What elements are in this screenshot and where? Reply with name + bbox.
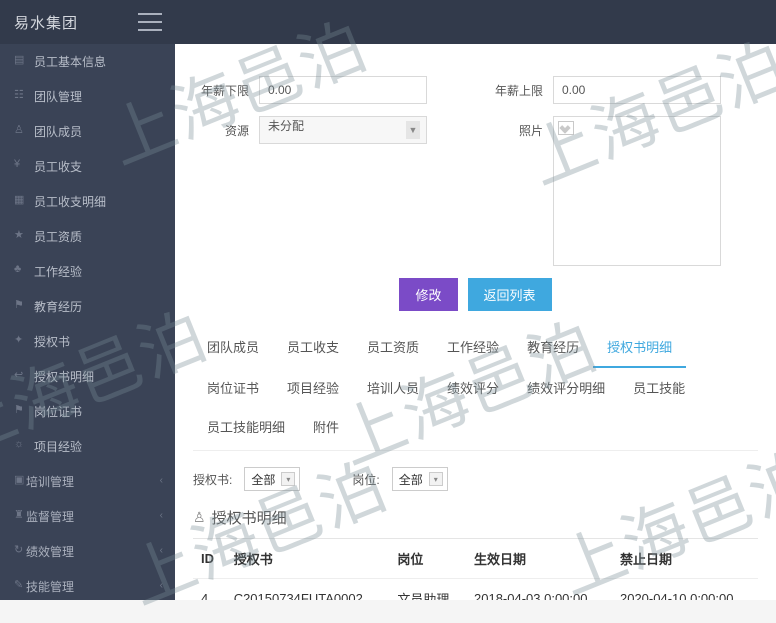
table-row[interactable]: 4C20150734FUTA0002文员助理2018-04-03 0:00:00… <box>193 579 758 601</box>
topbar: 易水集团 <box>0 0 776 44</box>
filter-row: 授权书: 全部 ▾ 岗位: 全部 ▾ <box>193 450 758 497</box>
cell-post: 文员助理 <box>389 579 466 601</box>
person-icon: ♙ <box>193 509 206 526</box>
key-icon: ✦ <box>14 333 23 346</box>
brand-title: 易水集团 <box>14 12 78 33</box>
sidebar-item-employee-pay-detail[interactable]: ▦员工收支明细 <box>0 184 175 219</box>
panel-title: ♙ 授权书明细 <box>193 497 758 538</box>
flag-icon: ⚑ <box>14 403 24 416</box>
resource-select[interactable]: 未分配 ▼ <box>259 116 427 144</box>
col-id: ID <box>193 539 226 579</box>
chevron-left-icon: ‹ <box>160 510 163 521</box>
cert-filter-select[interactable]: 全部 ▾ <box>244 467 300 491</box>
tab-6[interactable]: 岗位证书 <box>193 368 273 407</box>
sidebar-item-employee-pay[interactable]: ¥员工收支 <box>0 149 175 184</box>
cell-end: 2020-04-10 0:00:00 <box>612 579 758 601</box>
book-icon: ▣ <box>14 473 24 486</box>
col-end: 禁止日期 <box>612 539 758 579</box>
salary-max-label: 年薪上限 <box>487 76 543 99</box>
tab-1[interactable]: 员工收支 <box>273 327 353 368</box>
sidebar-item-edu-history[interactable]: ⚑教育经历 <box>0 289 175 324</box>
tab-5[interactable]: 授权书明细 <box>593 327 686 368</box>
person-icon: ♙ <box>14 123 24 136</box>
cert-filter-label: 授权书: <box>193 471 232 488</box>
sun-icon: ☼ <box>14 438 24 450</box>
tab-3[interactable]: 工作经验 <box>433 327 513 368</box>
flag-icon: ⚑ <box>14 298 24 311</box>
sidebar-item-project-exp[interactable]: ☼项目经验 <box>0 429 175 464</box>
list-icon: ▦ <box>14 193 24 206</box>
resource-value: 未分配 <box>268 119 304 133</box>
tab-12[interactable]: 员工技能明细 <box>193 407 299 446</box>
chevron-left-icon: ‹ <box>160 545 163 556</box>
broken-image-icon <box>558 121 574 135</box>
tab-2[interactable]: 员工资质 <box>353 327 433 368</box>
sidebar-item-employee-info[interactable]: ▤员工基本信息 <box>0 44 175 79</box>
refresh-icon: ↻ <box>14 543 23 556</box>
wrench-icon: ✎ <box>14 578 23 591</box>
col-start: 生效日期 <box>466 539 612 579</box>
tab-0[interactable]: 团队成员 <box>193 327 273 368</box>
photo-label: 照片 <box>487 116 543 139</box>
col-cert: 授权书 <box>226 539 390 579</box>
tab-13[interactable]: 附件 <box>299 407 353 446</box>
badge-icon: ♣ <box>14 263 21 275</box>
building-icon: ♜ <box>14 508 24 521</box>
cell-id: 4 <box>193 579 226 601</box>
back-button[interactable]: 返回列表 <box>468 278 552 311</box>
main-content: 年薪下限 年薪上限 资源 未分配 ▼ 照片 修改 返回列表 团队成员员工收支员工… <box>175 44 776 600</box>
tab-10[interactable]: 绩效评分明细 <box>513 368 619 407</box>
salary-max-input[interactable] <box>553 76 721 104</box>
team-icon: ☷ <box>14 88 24 101</box>
tab-7[interactable]: 项目经验 <box>273 368 353 407</box>
sidebar-item-cert-detail[interactable]: ↩授权书明细 <box>0 359 175 394</box>
menu-toggle-icon[interactable] <box>138 13 162 31</box>
sidebar-item-employee-qual[interactable]: ★员工资质 <box>0 219 175 254</box>
card-icon: ▤ <box>14 53 24 66</box>
back-icon: ↩ <box>14 368 23 381</box>
modify-button[interactable]: 修改 <box>399 278 457 311</box>
tab-11[interactable]: 员工技能 <box>619 368 699 407</box>
resource-label: 资源 <box>193 116 249 139</box>
sidebar-item-team-manage[interactable]: ☷团队管理 <box>0 79 175 114</box>
sidebar-item-supervise[interactable]: ♜监督管理‹ <box>0 499 175 534</box>
tab-8[interactable]: 培训人员 <box>353 368 433 407</box>
salary-min-label: 年薪下限 <box>193 76 249 99</box>
sidebar: ▤员工基本信息 ☷团队管理 ♙团队成员 ¥员工收支 ▦员工收支明细 ★员工资质 … <box>0 44 175 600</box>
tabs: 团队成员员工收支员工资质工作经验教育经历授权书明细岗位证书项目经验培训人员绩效评… <box>193 327 758 446</box>
tab-4[interactable]: 教育经历 <box>513 327 593 368</box>
star-icon: ★ <box>14 228 24 241</box>
sidebar-item-training[interactable]: ▣培训管理‹ <box>0 464 175 499</box>
sidebar-item-skill[interactable]: ✎技能管理‹ <box>0 569 175 600</box>
sidebar-item-work-exp[interactable]: ♣工作经验 <box>0 254 175 289</box>
cell-cert: C20150734FUTA0002 <box>226 579 390 601</box>
col-post: 岗位 <box>389 539 466 579</box>
chevron-left-icon: ‹ <box>160 475 163 486</box>
chevron-down-icon: ▾ <box>429 472 443 486</box>
post-filter-select[interactable]: 全部 ▾ <box>392 467 448 491</box>
salary-min-input[interactable] <box>259 76 427 104</box>
sidebar-item-team-member[interactable]: ♙团队成员 <box>0 114 175 149</box>
post-filter-label: 岗位: <box>352 471 379 488</box>
sidebar-item-post-cert[interactable]: ⚑岗位证书 <box>0 394 175 429</box>
tab-9[interactable]: 绩效评分 <box>433 368 513 407</box>
sidebar-item-performance[interactable]: ↻绩效管理‹ <box>0 534 175 569</box>
cert-detail-table: ID 授权书 岗位 生效日期 禁止日期 4C20150734FUTA0002文员… <box>193 538 758 600</box>
cell-start: 2018-04-03 0:00:00 <box>466 579 612 601</box>
chevron-down-icon: ▾ <box>281 472 295 486</box>
chevron-left-icon: ‹ <box>160 580 163 591</box>
yen-icon: ¥ <box>14 158 20 170</box>
sidebar-item-cert[interactable]: ✦授权书 <box>0 324 175 359</box>
chevron-down-icon: ▼ <box>406 121 420 139</box>
photo-placeholder <box>553 116 721 266</box>
